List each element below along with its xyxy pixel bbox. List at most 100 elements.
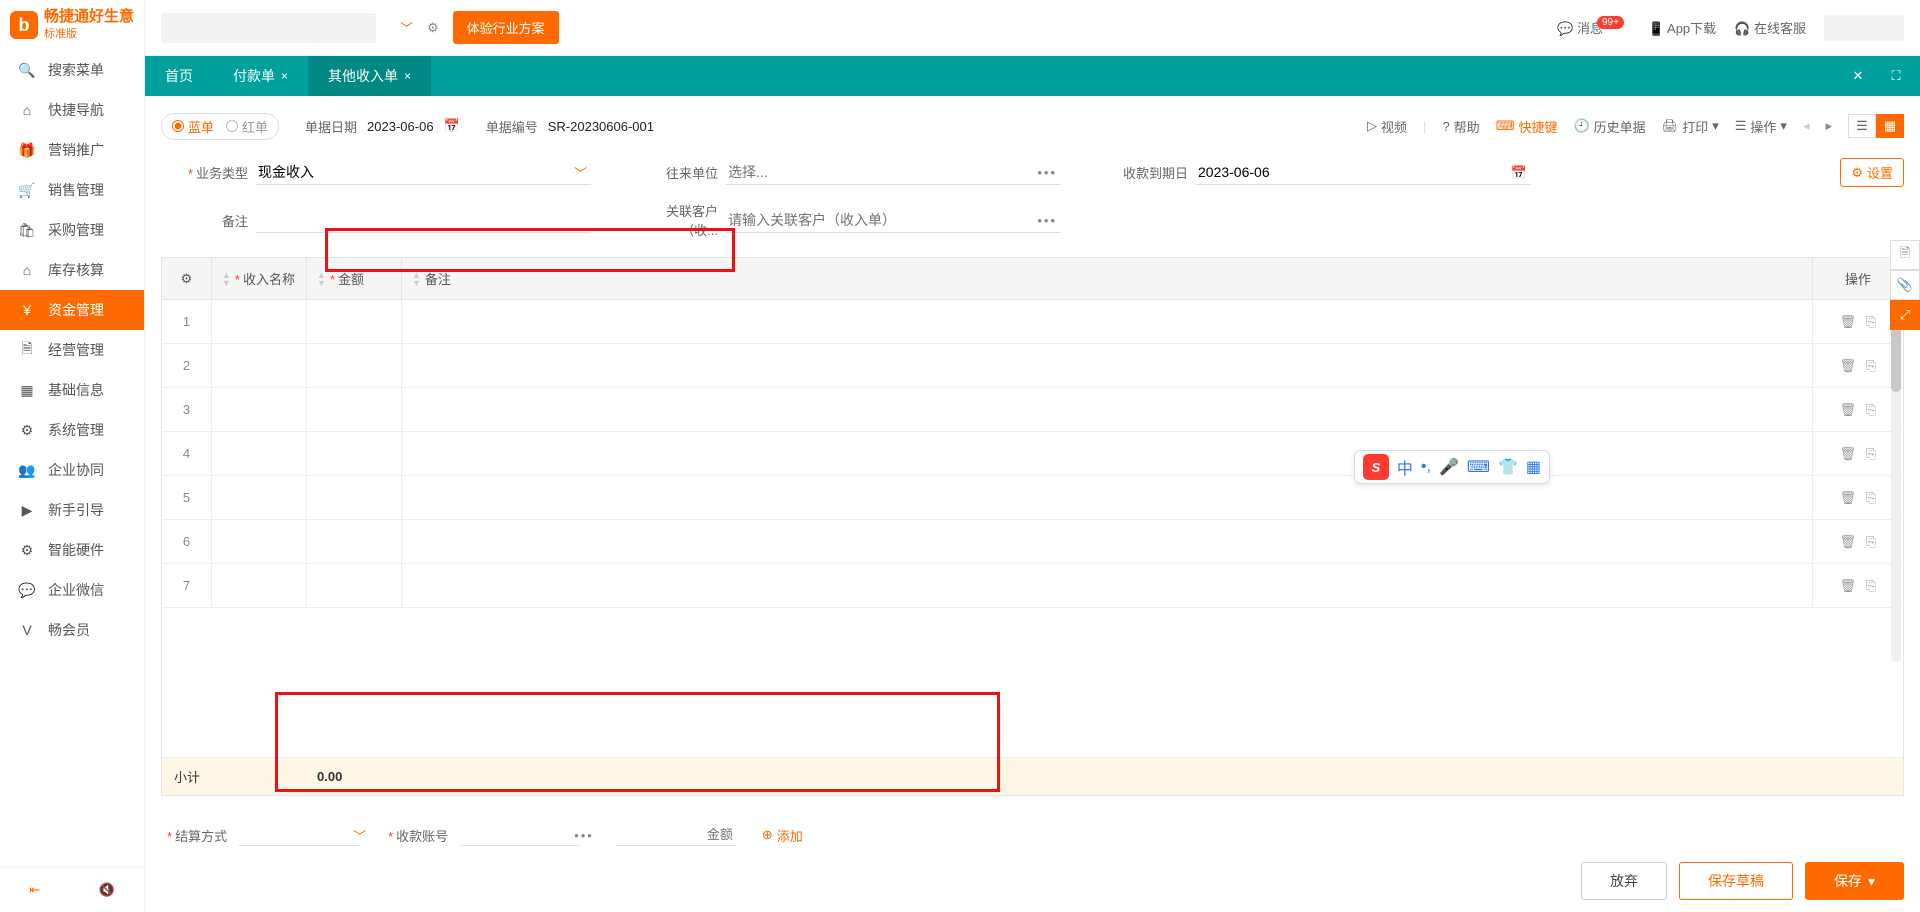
copy-icon[interactable]: ⎘ xyxy=(1866,534,1876,550)
save-button[interactable]: 保存 ▾ xyxy=(1805,862,1904,900)
delete-icon[interactable]: 🗑 xyxy=(1840,402,1857,418)
messages-link[interactable]: 💬 消息99+ xyxy=(1557,18,1630,37)
copy-icon[interactable]: ⎘ xyxy=(1866,402,1876,418)
online-service-link[interactable]: 🎧 在线客服 xyxy=(1734,18,1806,37)
biz-type-input[interactable] xyxy=(256,160,591,185)
radio-blue-bill[interactable]: 蓝单 xyxy=(172,117,214,136)
save-draft-button[interactable]: 保存草稿 xyxy=(1679,862,1793,900)
th-remark[interactable]: ▲▼备注 xyxy=(402,258,1813,299)
delete-icon[interactable]: 🗑 xyxy=(1840,534,1857,550)
sidebar-item-5[interactable]: ⌂库存核算 xyxy=(0,250,144,290)
print-link[interactable]: 🖨 打印 ▾ xyxy=(1662,117,1719,136)
settle-method-input[interactable] xyxy=(239,824,359,846)
trial-button[interactable]: 体验行业方案 xyxy=(453,11,559,44)
ime-skin-icon[interactable]: 👕 xyxy=(1498,457,1518,477)
sidebar-item-11[interactable]: ▶新手引导 xyxy=(0,490,144,530)
ime-mic-icon[interactable]: 🎤 xyxy=(1439,457,1459,477)
close-icon[interactable]: × xyxy=(281,69,288,83)
table-row[interactable]: 4🗑⎘ xyxy=(162,432,1903,476)
table-row[interactable]: 5🗑⎘ xyxy=(162,476,1903,520)
table-row[interactable]: 2🗑⎘ xyxy=(162,344,1903,388)
view-list-icon[interactable]: ☰ xyxy=(1848,114,1876,138)
more-icon[interactable]: ••• xyxy=(1037,213,1057,228)
settle-amount-input[interactable] xyxy=(616,824,736,846)
sidebar-item-8[interactable]: ▦基础信息 xyxy=(0,370,144,410)
app-download-link[interactable]: 📱 App下载 xyxy=(1648,18,1716,37)
table-row[interactable]: 7🗑⎘ xyxy=(162,564,1903,608)
due-date-input[interactable] xyxy=(1196,160,1531,185)
radio-red-bill[interactable]: 红单 xyxy=(226,117,268,136)
related-input[interactable] xyxy=(726,208,1061,233)
shortcut-link[interactable]: ⌨ 快捷键 xyxy=(1496,117,1558,136)
dock-attach-icon[interactable]: 📎 xyxy=(1890,270,1920,300)
sidebar-item-14[interactable]: V畅会员 xyxy=(0,610,144,650)
org-selector[interactable] xyxy=(161,13,376,43)
sound-icon[interactable]: 🔇 xyxy=(99,882,115,898)
partner-input[interactable] xyxy=(726,160,1061,185)
sidebar-item-2[interactable]: 🎁营销推广 xyxy=(0,130,144,170)
sidebar-item-9[interactable]: ⚙系统管理 xyxy=(0,410,144,450)
chevron-down-icon[interactable]: ﹀ xyxy=(574,163,587,182)
th-income-name[interactable]: ▲▼收入名称 xyxy=(212,258,307,299)
help-link[interactable]: ? 帮助 xyxy=(1442,117,1479,136)
table-row[interactable]: 1🗑⎘ xyxy=(162,300,1903,344)
dock-expand-icon[interactable]: ⤢ xyxy=(1890,300,1920,330)
copy-icon[interactable]: ⎘ xyxy=(1866,358,1876,374)
ime-toolbar[interactable]: S 中 •, 🎤 ⌨ 👕 ▦ xyxy=(1354,450,1550,484)
delete-icon[interactable]: 🗑 xyxy=(1840,446,1857,462)
close-icon[interactable]: × xyxy=(404,69,411,83)
tab-2[interactable]: 其他收入单× xyxy=(308,56,431,96)
sidebar-item-3[interactable]: 🛒销售管理 xyxy=(0,170,144,210)
copy-icon[interactable]: ⎘ xyxy=(1866,314,1876,330)
more-icon[interactable]: ••• xyxy=(1037,165,1057,180)
table-row[interactable]: 6🗑⎘ xyxy=(162,520,1903,564)
sidebar-item-6[interactable]: ¥资金管理 xyxy=(0,290,144,330)
ime-toolbox-icon[interactable]: ▦ xyxy=(1526,457,1541,477)
scrollbar[interactable] xyxy=(1891,302,1901,662)
fullscreen-icon[interactable]: ⛶ xyxy=(1882,62,1910,90)
copy-icon[interactable]: ⎘ xyxy=(1866,446,1876,462)
chevron-down-icon[interactable]: ﹀ xyxy=(400,18,413,37)
avatar[interactable] xyxy=(1824,15,1904,41)
table-row[interactable]: 3🗑⎘ xyxy=(162,388,1903,432)
history-link[interactable]: 🕘 历史单据 xyxy=(1573,117,1645,136)
sidebar-item-0[interactable]: 🔍搜索菜单 xyxy=(0,50,144,90)
sidebar-item-7[interactable]: 🗎经营管理 xyxy=(0,330,144,370)
ime-keyboard-icon[interactable]: ⌨ xyxy=(1467,457,1490,477)
dock-note-icon[interactable]: 🗎 xyxy=(1890,240,1920,270)
copy-icon[interactable]: ⎘ xyxy=(1866,490,1876,506)
discard-button[interactable]: 放弃 xyxy=(1581,862,1667,900)
sidebar-item-1[interactable]: ⌂快捷导航 xyxy=(0,90,144,130)
next-icon[interactable]: ▸ xyxy=(1825,118,1832,134)
settings-button[interactable]: ⚙ 设置 xyxy=(1840,158,1904,187)
settle-account-input[interactable] xyxy=(460,824,580,846)
sidebar-item-12[interactable]: ⚙智能硬件 xyxy=(0,530,144,570)
delete-icon[interactable]: 🗑 xyxy=(1840,358,1857,374)
sidebar-item-4[interactable]: 🛍采购管理 xyxy=(0,210,144,250)
more-icon[interactable]: ••• xyxy=(574,828,594,843)
sidebar-item-10[interactable]: 👥企业协同 xyxy=(0,450,144,490)
view-card-icon[interactable]: ▦ xyxy=(1876,114,1904,138)
prev-icon[interactable]: ◂ xyxy=(1803,118,1810,134)
ime-lang[interactable]: 中 xyxy=(1397,455,1413,479)
delete-icon[interactable]: 🗑 xyxy=(1840,490,1857,506)
tab-1[interactable]: 付款单× xyxy=(213,56,308,96)
ime-punct-icon[interactable]: •, xyxy=(1421,458,1431,476)
calendar-icon[interactable]: 📅 xyxy=(1511,165,1527,181)
th-settings[interactable]: ⚙ xyxy=(162,258,212,299)
copy-icon[interactable]: ⎘ xyxy=(1866,578,1876,594)
collapse-icon[interactable]: ⇤ xyxy=(29,882,40,898)
tab-close-icon[interactable]: ✕ xyxy=(1844,62,1872,90)
tab-0[interactable]: 首页 xyxy=(145,56,213,96)
calendar-icon[interactable]: 📅 xyxy=(444,118,460,134)
sidebar-item-13[interactable]: 💬企业微信 xyxy=(0,570,144,610)
th-amount[interactable]: ▲▼金额 xyxy=(307,258,402,299)
add-settlement-button[interactable]: ⊕ 添加 xyxy=(762,826,803,845)
date-value[interactable]: 2023-06-06 xyxy=(367,119,434,134)
operate-link[interactable]: ☰ 操作 ▾ xyxy=(1735,117,1787,136)
video-link[interactable]: ▷ 视频 xyxy=(1367,117,1407,136)
delete-icon[interactable]: 🗑 xyxy=(1840,314,1857,330)
remark-input[interactable] xyxy=(256,208,591,233)
chevron-down-icon[interactable]: ﹀ xyxy=(353,826,366,845)
gear-icon[interactable]: ⚙ xyxy=(427,20,439,36)
